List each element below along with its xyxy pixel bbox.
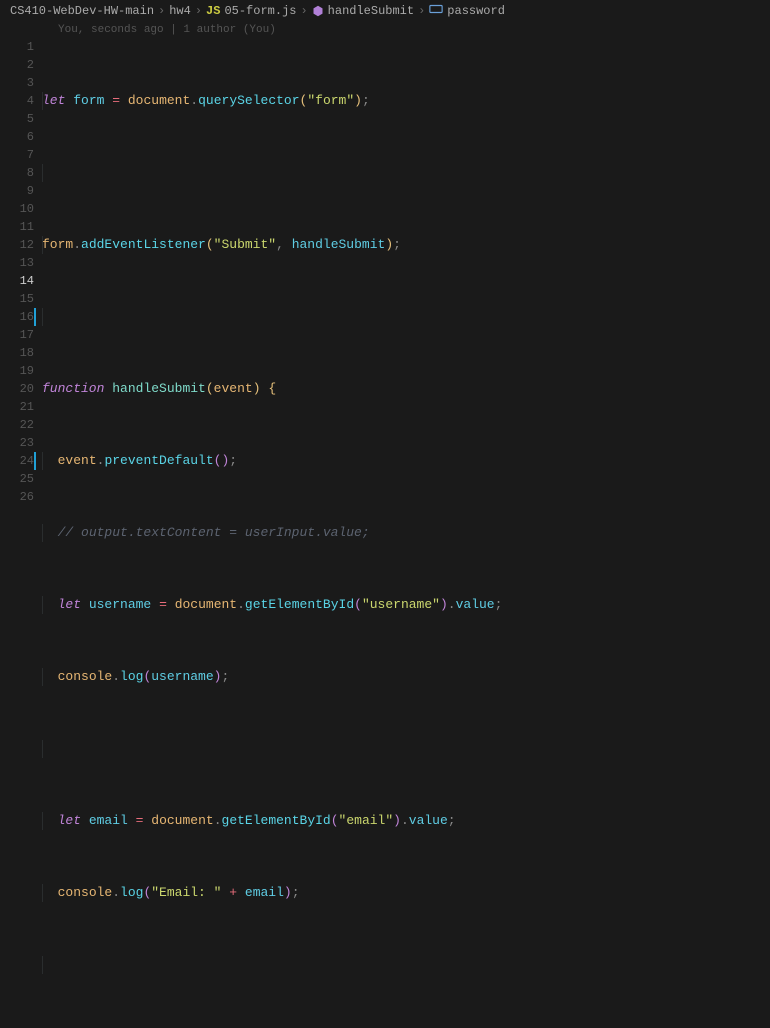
line-number[interactable]: 6 [0,128,34,146]
line-number[interactable]: 3 [0,74,34,92]
line-number[interactable]: 24 [0,452,34,470]
chevron-right-icon: › [300,4,307,18]
line-number[interactable]: 25 [0,470,34,488]
line-number[interactable]: 15 [0,290,34,308]
line-number[interactable]: 18 [0,344,34,362]
line-number[interactable]: 26 [0,488,34,506]
chevron-right-icon: › [418,4,425,18]
line-number[interactable]: 9 [0,182,34,200]
line-number[interactable]: 13 [0,254,34,272]
line-number[interactable]: 22 [0,416,34,434]
code-area[interactable]: let form = document.querySelector("form"… [42,38,770,1028]
js-file-icon: JS [206,4,220,18]
breadcrumb-folder[interactable]: hw4 [169,4,191,18]
line-number[interactable]: 11 [0,218,34,236]
breadcrumb-symbol-function[interactable]: handleSubmit [328,4,414,18]
line-number-gutter[interactable]: 1234567891011121314151617181920212223242… [0,38,42,506]
line-number[interactable]: 2 [0,56,34,74]
line-number[interactable]: 5 [0,110,34,128]
line-number[interactable]: 23 [0,434,34,452]
chevron-right-icon: › [195,4,202,18]
line-number[interactable]: 8 [0,164,34,182]
line-number[interactable]: 14 [0,272,34,290]
line-number[interactable]: 10 [0,200,34,218]
variable-icon [429,4,443,18]
function-icon [312,5,324,17]
chevron-right-icon: › [158,4,165,18]
breadcrumb-folder[interactable]: CS410-WebDev-HW-main [10,4,154,18]
line-number[interactable]: 21 [0,398,34,416]
line-number[interactable]: 20 [0,380,34,398]
line-number[interactable]: 17 [0,326,34,344]
line-number[interactable]: 7 [0,146,34,164]
line-number[interactable]: 12 [0,236,34,254]
breadcrumb[interactable]: CS410-WebDev-HW-main › hw4 › JS 05-form.… [0,0,770,22]
breadcrumb-file[interactable]: 05-form.js [224,4,296,18]
line-number[interactable]: 4 [0,92,34,110]
code-editor[interactable]: 1234567891011121314151617181920212223242… [0,38,770,1028]
breadcrumb-symbol-variable[interactable]: password [447,4,505,18]
line-number[interactable]: 1 [0,38,34,56]
line-number[interactable]: 16 [0,308,34,326]
line-number[interactable]: 19 [0,362,34,380]
gitlens-authors-annotation: You, seconds ago | 1 author (You) [0,22,770,38]
